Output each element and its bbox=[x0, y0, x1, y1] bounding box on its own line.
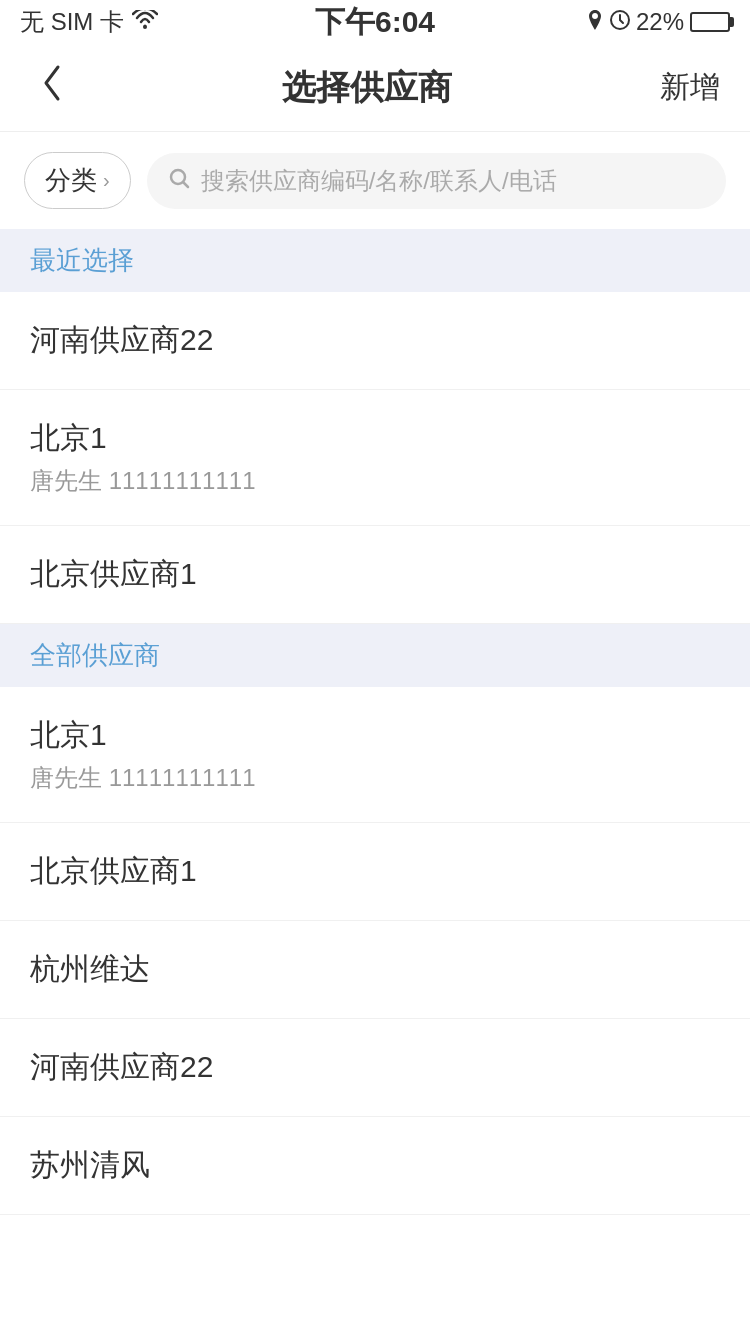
battery-icon bbox=[690, 12, 730, 32]
status-left: 无 SIM 卡 bbox=[20, 6, 158, 38]
list-item[interactable]: 河南供应商22 bbox=[0, 1019, 750, 1117]
search-icon bbox=[167, 166, 191, 196]
chevron-right-icon: › bbox=[103, 169, 110, 192]
status-time: 下午6:04 bbox=[315, 2, 435, 43]
list-item[interactable]: 北京1 唐先生 11111111111 bbox=[0, 390, 750, 526]
supplier-contact: 唐先生 11111111111 bbox=[30, 465, 720, 497]
nav-bar: 选择供应商 新增 bbox=[0, 44, 750, 132]
supplier-name: 北京1 bbox=[30, 418, 720, 459]
list-item[interactable]: 北京1 唐先生 11111111111 bbox=[0, 687, 750, 823]
location-icon bbox=[586, 8, 604, 36]
page-title: 选择供应商 bbox=[282, 65, 452, 111]
supplier-name: 苏州清风 bbox=[30, 1145, 720, 1186]
status-right: 22% bbox=[586, 8, 730, 36]
list-item[interactable]: 河南供应商22 bbox=[0, 292, 750, 390]
supplier-name: 北京1 bbox=[30, 715, 720, 756]
filter-bar: 分类 › 搜索供应商编码/名称/联系人/电话 bbox=[0, 132, 750, 229]
supplier-name: 杭州维达 bbox=[30, 949, 720, 990]
list-item[interactable]: 北京供应商1 bbox=[0, 526, 750, 624]
search-placeholder: 搜索供应商编码/名称/联系人/电话 bbox=[201, 165, 557, 197]
clock-icon bbox=[610, 8, 630, 36]
category-label: 分类 bbox=[45, 163, 97, 198]
category-button[interactable]: 分类 › bbox=[24, 152, 131, 209]
status-bar: 无 SIM 卡 下午6:04 22% bbox=[0, 0, 750, 44]
section-header-all: 全部供应商 bbox=[0, 624, 750, 687]
supplier-name: 河南供应商22 bbox=[30, 1047, 720, 1088]
list-item[interactable]: 北京供应商1 bbox=[0, 823, 750, 921]
wifi-icon bbox=[132, 8, 158, 36]
back-button[interactable] bbox=[30, 53, 74, 122]
sim-status: 无 SIM 卡 bbox=[20, 6, 124, 38]
svg-point-0 bbox=[143, 25, 147, 29]
supplier-contact: 唐先生 11111111111 bbox=[30, 762, 720, 794]
battery-percent: 22% bbox=[636, 8, 684, 36]
supplier-name: 北京供应商1 bbox=[30, 554, 720, 595]
list-item[interactable]: 苏州清风 bbox=[0, 1117, 750, 1215]
search-box[interactable]: 搜索供应商编码/名称/联系人/电话 bbox=[147, 153, 726, 209]
list-item[interactable]: 杭州维达 bbox=[0, 921, 750, 1019]
add-button[interactable]: 新增 bbox=[660, 67, 720, 108]
section-header-recent: 最近选择 bbox=[0, 229, 750, 292]
supplier-name: 河南供应商22 bbox=[30, 320, 720, 361]
supplier-list: 最近选择河南供应商22 北京1 唐先生 11111111111 北京供应商1 全部供应商… bbox=[0, 229, 750, 1215]
supplier-name: 北京供应商1 bbox=[30, 851, 720, 892]
